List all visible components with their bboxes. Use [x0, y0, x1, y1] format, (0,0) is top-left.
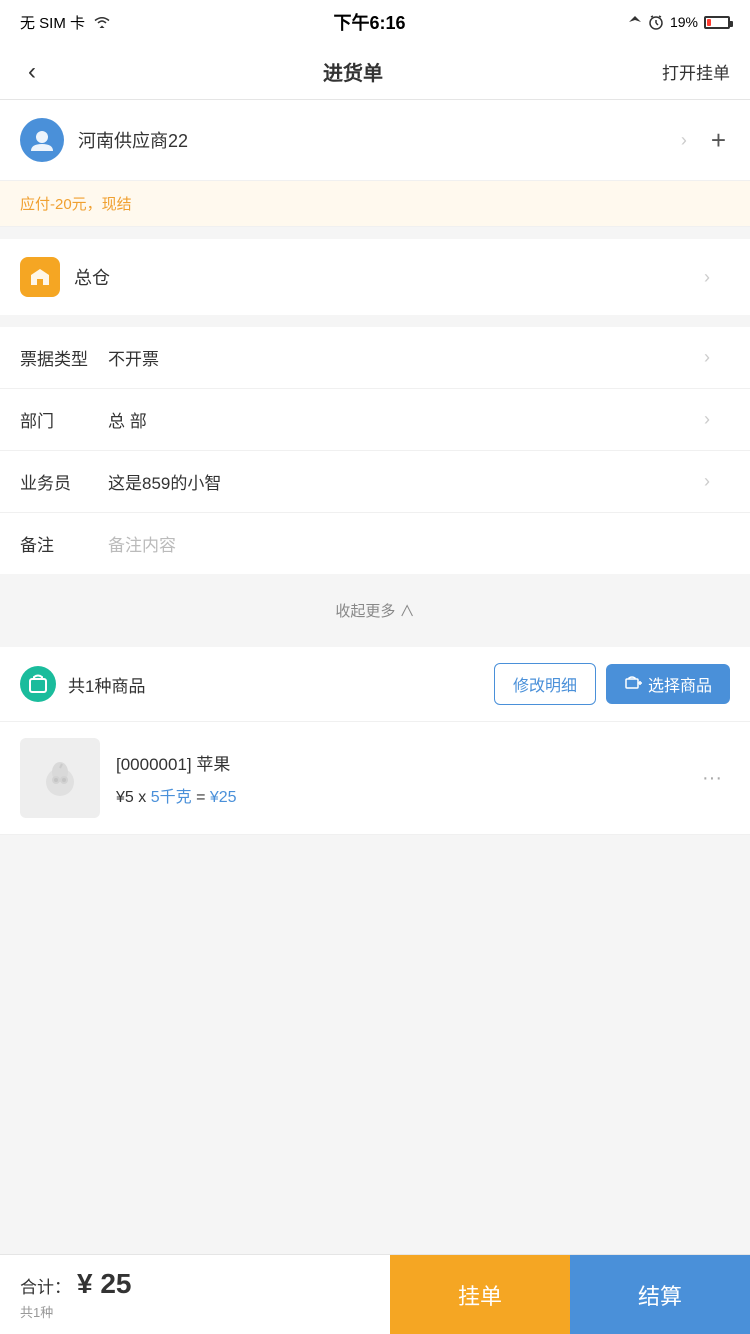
status-bar: 无 SIM 卡 下午6:16 19%: [0, 0, 750, 44]
battery-icon: [704, 16, 730, 29]
product-unit-price: ¥5: [116, 789, 134, 806]
content: 河南供应商22 › + 应付-20元，现结 总仓 › 票据类型 不开票 › 部门…: [0, 100, 750, 915]
total-count: 共1种: [20, 1302, 370, 1321]
hang-button[interactable]: 挂单: [390, 1255, 570, 1334]
add-button[interactable]: +: [707, 125, 730, 156]
warehouse-name: 总仓: [74, 264, 704, 290]
product-more-button[interactable]: ···: [694, 759, 730, 798]
supplier-row[interactable]: 河南供应商22 › +: [0, 100, 750, 181]
open-hang-button[interactable]: 打开挂单: [662, 59, 730, 84]
products-header: 共1种商品 修改明细 选择商品: [0, 647, 750, 722]
supplier-avatar: [20, 118, 64, 162]
dept-value: 总 部: [100, 407, 704, 432]
page-title: 进货单: [323, 57, 383, 86]
back-button[interactable]: ‹: [20, 50, 44, 94]
nav-bar: ‹ 进货单 打开挂单: [0, 44, 750, 100]
product-thumbnail: [20, 738, 100, 818]
location-icon: [628, 15, 642, 29]
products-count: 共1种商品: [68, 672, 494, 697]
select-product-button[interactable]: 选择商品: [606, 664, 730, 704]
total-amount: ¥ 25: [77, 1268, 132, 1300]
select-product-label: 选择商品: [648, 672, 712, 696]
carrier-text: 无 SIM 卡: [20, 12, 85, 33]
warehouse-icon: [20, 257, 60, 297]
status-time: 下午6:16: [333, 9, 405, 35]
warehouse-row[interactable]: 总仓 ›: [0, 239, 750, 315]
product-qty: 5千克: [151, 789, 192, 806]
invoice-label: 票据类型: [20, 345, 100, 370]
collapse-row[interactable]: 收起更多 ∧: [0, 586, 750, 635]
edit-detail-button[interactable]: 修改明细: [494, 663, 596, 705]
product-code: [0000001]: [116, 755, 192, 774]
footer: 合计： ¥ 25 共1种 挂单 结算: [0, 1254, 750, 1334]
supplier-name: 河南供应商22: [78, 127, 681, 153]
products-icon: [20, 666, 56, 702]
product-price: ¥5 x 5千克 = ¥25: [116, 783, 694, 807]
status-carrier: 无 SIM 卡: [20, 12, 111, 33]
remark-label: 备注: [20, 531, 100, 556]
product-display-name: 苹果: [196, 755, 230, 774]
remark-input[interactable]: 备注内容: [100, 531, 730, 556]
sales-row[interactable]: 业务员 这是859的小智 ›: [0, 451, 750, 513]
payment-notice: 应付-20元，现结: [0, 181, 750, 227]
dept-chevron-icon: ›: [704, 409, 710, 430]
product-name: [0000001] 苹果: [116, 750, 694, 775]
wifi-icon: [93, 15, 111, 29]
sales-value: 这是859的小智: [100, 469, 704, 494]
product-item: [0000001] 苹果 ¥5 x 5千克 = ¥25 ···: [0, 722, 750, 835]
product-total: ¥25: [210, 789, 237, 806]
footer-total-label: 合计： ¥ 25: [20, 1268, 370, 1300]
invoice-row[interactable]: 票据类型 不开票 ›: [0, 327, 750, 389]
checkout-button[interactable]: 结算: [570, 1255, 750, 1334]
dept-row[interactable]: 部门 总 部 ›: [0, 389, 750, 451]
battery-text: 19%: [670, 14, 698, 30]
remark-row[interactable]: 备注 备注内容: [0, 513, 750, 574]
cart-icon: [624, 675, 642, 693]
dept-label: 部门: [20, 407, 100, 432]
footer-total: 合计： ¥ 25 共1种: [0, 1268, 390, 1321]
sales-label: 业务员: [20, 469, 100, 494]
total-label-text: 合计：: [20, 1273, 71, 1298]
collapse-label[interactable]: 收起更多 ∧: [335, 600, 414, 621]
sales-chevron-icon: ›: [704, 471, 710, 492]
alarm-icon: [648, 14, 664, 30]
warehouse-chevron-icon: ›: [704, 267, 710, 288]
product-info: [0000001] 苹果 ¥5 x 5千克 = ¥25: [116, 750, 694, 807]
invoice-value: 不开票: [100, 345, 704, 370]
form-card: 票据类型 不开票 › 部门 总 部 › 业务员 这是859的小智 › 备注 备注…: [0, 327, 750, 574]
supplier-chevron-icon: ›: [681, 130, 687, 151]
status-right: 19%: [628, 14, 730, 30]
invoice-chevron-icon: ›: [704, 347, 710, 368]
supplier-card: 河南供应商22 › + 应付-20元，现结: [0, 100, 750, 227]
